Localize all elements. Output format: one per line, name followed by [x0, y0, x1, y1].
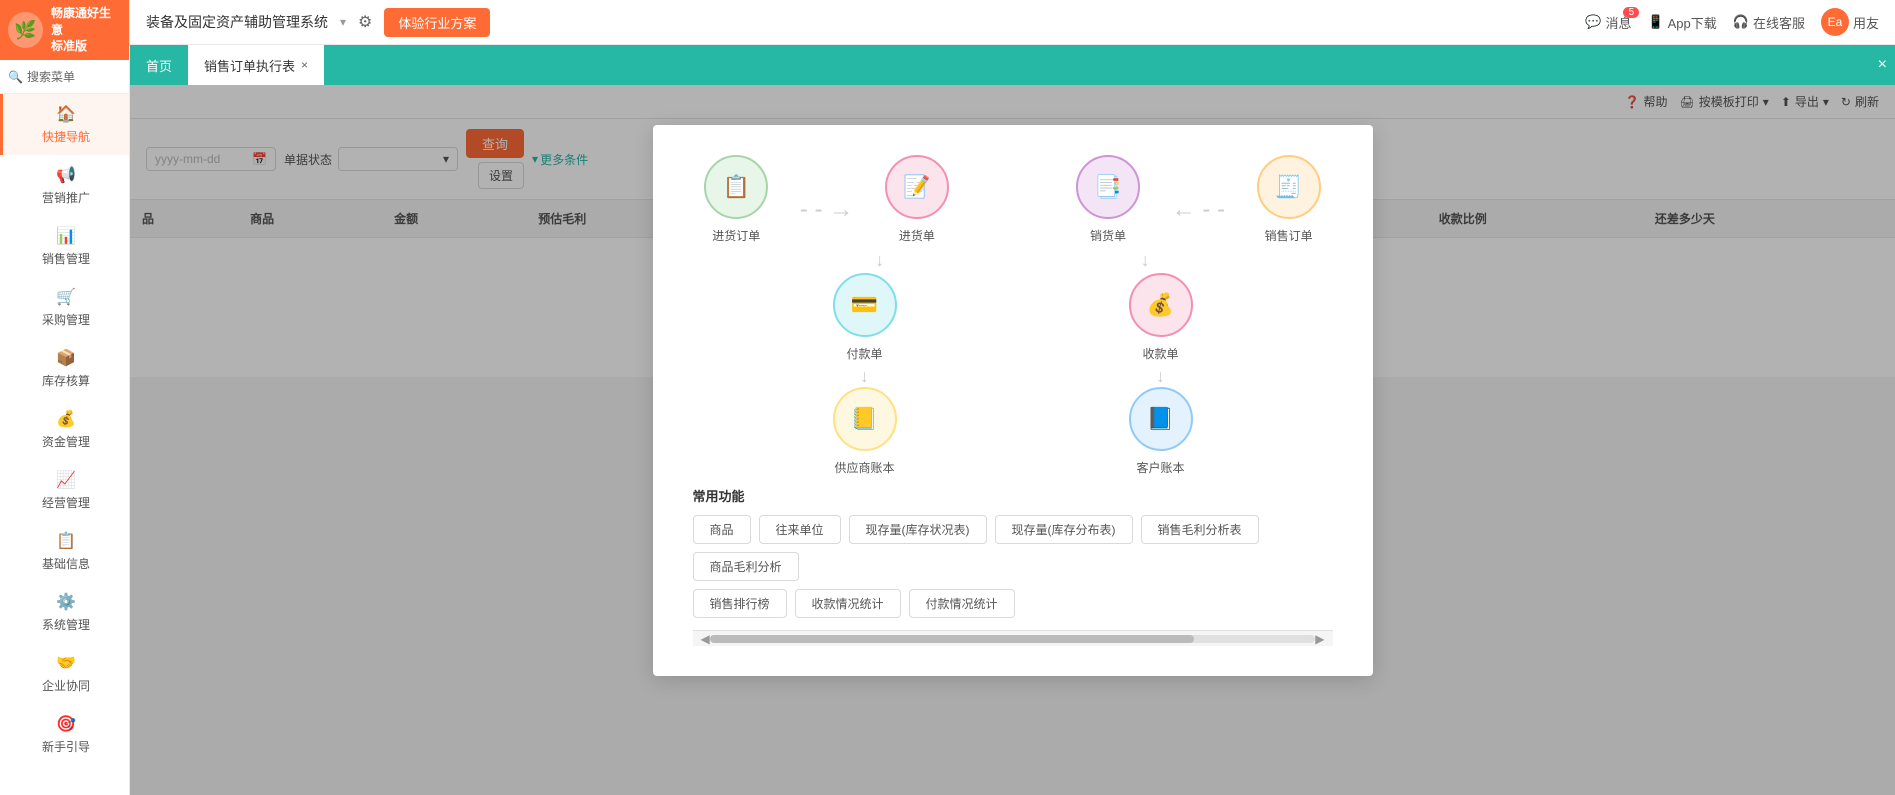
function-buttons-row2: 销售排行榜 收款情况统计 付款情况统计 [693, 589, 1333, 618]
arrow-down-payment: ↓ [833, 366, 897, 387]
app-download-button[interactable]: 📱 App下载 [1647, 13, 1716, 32]
user-button[interactable]: Ea 用友 [1821, 8, 1879, 36]
online-service-button[interactable]: 🎧 在线客服 [1733, 13, 1805, 32]
newcomer-icon: 🎯 [56, 714, 76, 734]
scroll-thumb [710, 635, 1194, 643]
sidebar-item-quick-guide[interactable]: 🏠 快捷导航 [0, 94, 129, 155]
sidebar: 🌿 畅康通好生意 标准版 🔍 搜索菜单 🏠 快捷导航 📢 营销推广 📊 销售管理 [0, 0, 130, 795]
flow-node-purchase-bill[interactable]: 📝 进货单 [885, 155, 949, 244]
message-icon: 💬 [1585, 14, 1601, 30]
arrow-down-receipt: ↓ [1129, 366, 1193, 387]
sidebar-item-enterprise[interactable]: 🤝 企业协同 [0, 643, 129, 704]
supplier-account-icon: 📒 [833, 387, 897, 451]
func-btn-goods-margin[interactable]: 商品毛利分析 [693, 552, 799, 581]
tab-home[interactable]: 首页 [130, 45, 188, 85]
func-btn-collection-stats[interactable]: 收款情况统计 [795, 589, 901, 618]
topbar-right: 💬 消息 5 📱 App下载 🎧 在线客服 Ea 用友 [1585, 8, 1879, 36]
spacer2 [1238, 250, 1302, 271]
flow-node-customer-account[interactable]: 📘 客户账本 [1129, 387, 1193, 476]
scroll-right-icon[interactable]: ▶ [1315, 632, 1324, 646]
app-icon: 📱 [1647, 14, 1663, 30]
tab-close-icon[interactable]: × [301, 58, 308, 72]
scroll-indicator: ◀ ▶ [693, 630, 1333, 646]
home-icon: 🏠 [56, 104, 76, 124]
common-functions: 常用功能 商品 往来单位 现存量(库存状况表) 现存量(库存分布表) 销售毛利分… [693, 486, 1333, 618]
search-icon: 🔍 [8, 70, 23, 84]
arrow-down-purchase: ↓ [848, 250, 912, 271]
purchase-order-icon: 📋 [704, 155, 768, 219]
message-button[interactable]: 💬 消息 5 [1585, 13, 1631, 32]
flow-node-payment[interactable]: 💳 付款单 [833, 273, 897, 362]
func-btn-sales-margin[interactable]: 销售毛利分析表 [1141, 515, 1259, 544]
marketing-icon: 📢 [56, 165, 76, 185]
scroll-track[interactable] [710, 635, 1316, 643]
customer-account-icon: 📘 [1129, 387, 1193, 451]
arrow-purchase-order-to-bill: - - → [800, 196, 853, 244]
flow-node-sales-bill[interactable]: 📑 销货单 [1076, 155, 1140, 244]
sidebar-item-sales[interactable]: 📊 销售管理 [0, 216, 129, 277]
sidebar-item-inventory[interactable]: 📦 库存核算 [0, 338, 129, 399]
modal-content: 📋 进货订单 - - → 📝 进货单 [653, 125, 1373, 676]
logo-text: 畅康通好生意 标准版 [51, 5, 121, 55]
spacer1 [723, 250, 787, 271]
arrow-sales-order-to-bill: ← - - [1172, 196, 1225, 244]
sidebar-item-newcomer[interactable]: 🎯 新手引导 [0, 704, 129, 765]
receipt-icon: 💰 [1129, 273, 1193, 337]
arrow-down-sales: ↓ [1113, 250, 1177, 271]
func-btn-stock-status[interactable]: 现存量(库存状况表) [849, 515, 987, 544]
tabbar: 首页 销售订单执行表 × × [130, 45, 1895, 85]
payment-icon: 💳 [833, 273, 897, 337]
sidebar-nav: 🏠 快捷导航 📢 营销推广 📊 销售管理 🛒 采购管理 📦 库存核算 💰 [0, 94, 129, 795]
message-badge: 5 [1623, 7, 1639, 18]
topbar: 装备及固定资产辅助管理系统 ▾ ⚙ 体验行业方案 💬 消息 5 📱 App下载 … [130, 0, 1895, 45]
sidebar-item-system[interactable]: ⚙️ 系统管理 [0, 582, 129, 643]
main-area: 装备及固定资产辅助管理系统 ▾ ⚙ 体验行业方案 💬 消息 5 📱 App下载 … [130, 0, 1895, 795]
sidebar-item-basic-info[interactable]: 📋 基础信息 [0, 521, 129, 582]
modal-overlay[interactable]: 📋 进货订单 - - → 📝 进货单 [130, 85, 1895, 795]
function-buttons-row1: 商品 往来单位 现存量(库存状况表) 现存量(库存分布表) 销售毛利分析表 商品… [693, 515, 1333, 581]
modal: 📋 进货订单 - - → 📝 进货单 [653, 125, 1373, 676]
func-btn-payment-stats[interactable]: 付款情况统计 [909, 589, 1015, 618]
flow-node-supplier-account[interactable]: 📒 供应商账本 [833, 387, 897, 476]
sales-bill-icon: 📑 [1076, 155, 1140, 219]
service-icon: 🎧 [1733, 14, 1749, 30]
flow-node-receipt[interactable]: 💰 收款单 [1129, 273, 1193, 362]
flow-node-purchase-order[interactable]: 📋 进货订单 [704, 155, 768, 244]
sidebar-search[interactable]: 🔍 搜索菜单 [0, 60, 129, 94]
experience-button[interactable]: 体验行业方案 [384, 8, 490, 37]
enterprise-icon: 🤝 [56, 653, 76, 673]
tab-sales-order[interactable]: 销售订单执行表 × [188, 45, 324, 85]
common-functions-title: 常用功能 [693, 486, 1333, 505]
dropdown-icon[interactable]: ▾ [340, 15, 346, 29]
sidebar-item-marketing[interactable]: 📢 营销推广 [0, 155, 129, 216]
scroll-left-icon[interactable]: ◀ [701, 632, 710, 646]
flow-node-sales-order[interactable]: 🧾 销售订单 [1257, 155, 1321, 244]
content-area: ❓ 帮助 🖨 按模板打印 ▾ ⬆ 导出 ▾ ↻ 刷新 [130, 85, 1895, 795]
purchase-icon: 🛒 [56, 287, 76, 307]
func-btn-goods[interactable]: 商品 [693, 515, 751, 544]
operation-icon: 📈 [56, 470, 76, 490]
system-icon: ⚙️ [56, 592, 76, 612]
finance-icon: 💰 [56, 409, 76, 429]
avatar: Ea [1821, 8, 1849, 36]
logo-icon: 🌿 [8, 12, 43, 48]
sales-icon: 📊 [56, 226, 76, 246]
sidebar-item-finance[interactable]: 💰 资金管理 [0, 399, 129, 460]
sidebar-item-operation[interactable]: 📈 经营管理 [0, 460, 129, 521]
func-btn-trading-unit[interactable]: 往来单位 [759, 515, 841, 544]
sales-order-icon: 🧾 [1257, 155, 1321, 219]
basic-info-icon: 📋 [56, 531, 76, 551]
inventory-icon: 📦 [56, 348, 76, 368]
system-name: 装备及固定资产辅助管理系统 [146, 12, 328, 32]
sidebar-logo: 🌿 畅康通好生意 标准版 [0, 0, 129, 60]
tab-close-global-icon[interactable]: × [1878, 56, 1887, 74]
func-btn-sales-ranking[interactable]: 销售排行榜 [693, 589, 787, 618]
func-btn-stock-dist[interactable]: 现存量(库存分布表) [995, 515, 1133, 544]
purchase-bill-icon: 📝 [885, 155, 949, 219]
gear-icon[interactable]: ⚙ [358, 12, 372, 32]
sidebar-item-purchase[interactable]: 🛒 采购管理 [0, 277, 129, 338]
